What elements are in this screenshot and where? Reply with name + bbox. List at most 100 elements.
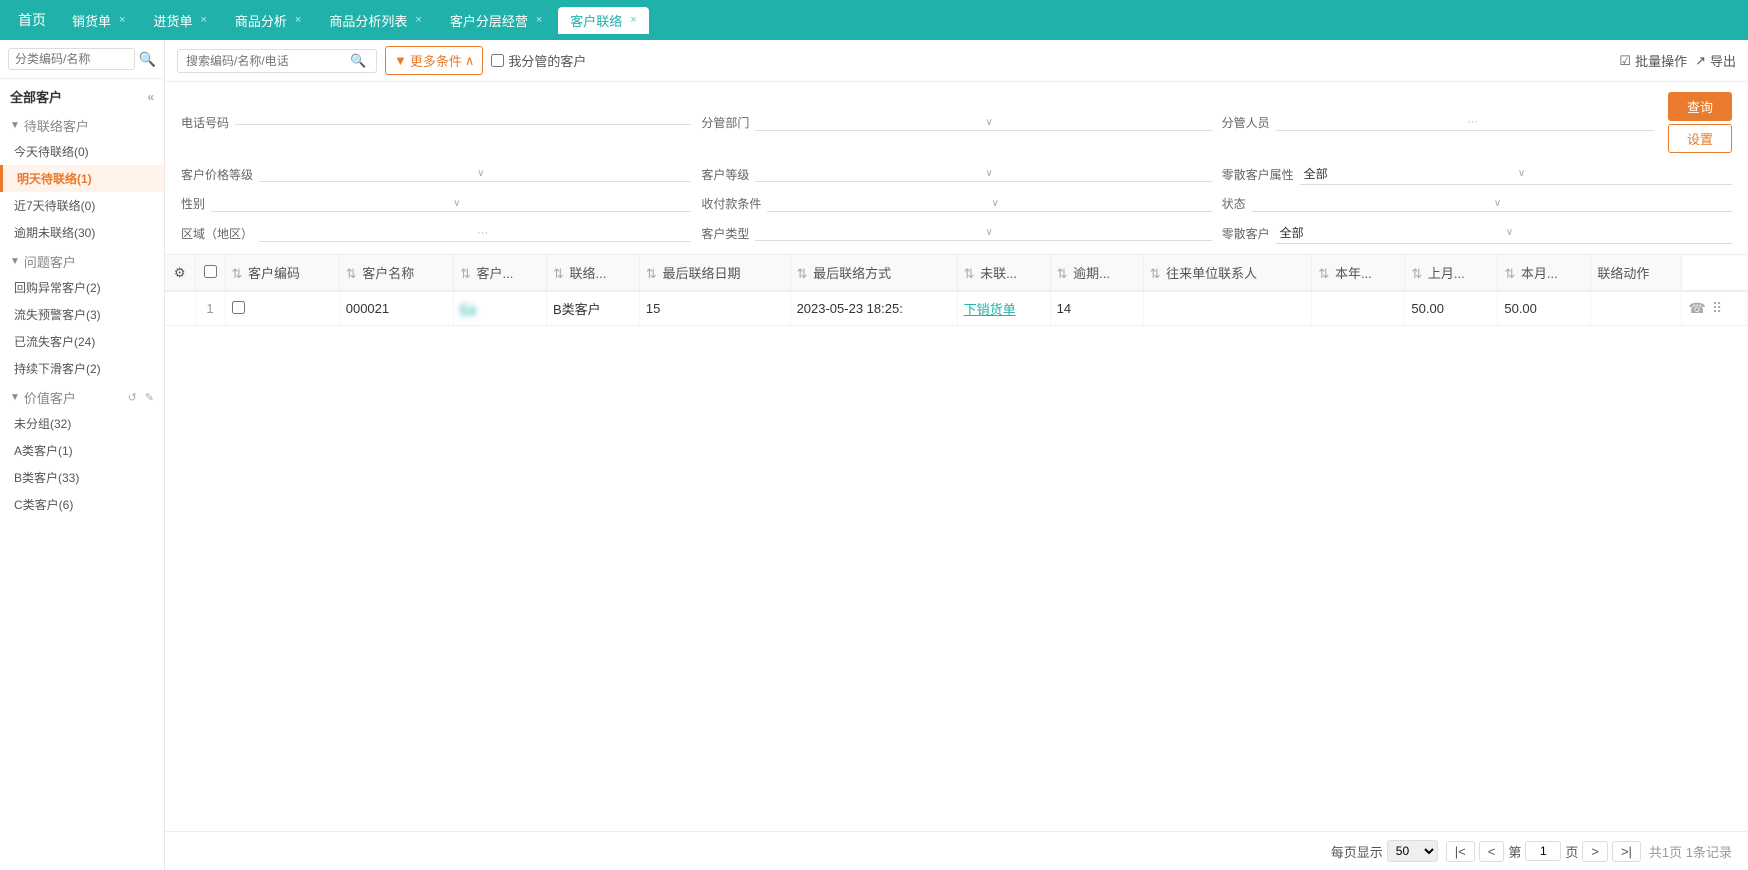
th-overdue: ⇅ 逾期... [1050,255,1143,291]
customer-table: ⚙ ⇅ 客户编码 ⇅ 客户名称 ⇅ 客户... [165,255,1748,326]
search-icon[interactable]: 🔍 [139,51,156,68]
filter-panel: 电话号码 分管部门 ∨ 分管人员 ··· [165,82,1748,255]
row-last-type[interactable]: 下销货单 [957,291,1050,326]
last-page-btn[interactable]: >| [1612,841,1641,862]
dept-select[interactable]: ∨ [755,115,1211,131]
customer-name-link[interactable]: Ea [460,301,476,316]
chevron-up-icon: ∧ [465,53,475,69]
batch-op-btn[interactable]: ☑ 批量操作 [1619,51,1687,70]
chevron-down-icon: ∨ [453,198,687,209]
close-icon[interactable]: × [119,14,125,26]
phone-input[interactable] [235,120,691,125]
row-name[interactable]: Ea [453,291,546,326]
collapse-icon[interactable]: « [147,90,154,104]
filter-retail-attr: 零散客户属性 全部 ∨ [1222,163,1732,185]
first-page-btn[interactable]: |< [1446,841,1475,862]
sort-icon[interactable]: ⇅ [1318,266,1329,281]
sidebar-item-churn-warning[interactable]: 流失预警客户(3) [0,301,164,328]
sort-icon[interactable]: ⇅ [1504,266,1515,281]
sort-icon[interactable]: ⇅ [1057,266,1068,281]
payment-select[interactable]: ∨ [767,196,1211,212]
th-settings[interactable]: ⚙ [165,255,195,291]
chevron-down-icon: ∨ [1494,198,1728,209]
sidebar-item-overdue[interactable]: 逾期未联络(30) [0,219,164,246]
edit-icon[interactable]: ✎ [145,391,154,404]
nav-item-analysis-list[interactable]: 商品分析列表 × [317,7,433,34]
more-filter-btn[interactable]: ▼ 更多条件 ∧ [385,46,483,75]
sort-icon[interactable]: ⇅ [1411,266,1422,281]
row-select-checkbox[interactable] [232,301,245,314]
th-checkbox[interactable] [195,255,225,291]
export-btn[interactable]: ↗ 导出 [1695,51,1736,70]
row-last-date: 2023-05-23 18:25: [790,291,957,326]
nav-item-customer-contact[interactable]: 客户联络 × [558,7,648,34]
sort-icon[interactable]: ⇅ [460,266,471,281]
sort-icon[interactable]: ⇅ [646,266,657,281]
close-icon[interactable]: × [295,14,301,26]
sort-icon[interactable]: ⇅ [1150,266,1161,281]
row-last-month: 50.00 [1498,291,1591,326]
sidebar-item-tomorrow[interactable]: 明天待联络(1) [0,165,164,192]
sidebar-item-c-class[interactable]: C类客户(6) [0,491,164,518]
next-page-btn[interactable]: > [1582,841,1608,862]
nav-item-purchase[interactable]: 进货单 × [141,7,218,34]
nav-item-customer-layer[interactable]: 客户分层经营 × [438,7,554,34]
search-input[interactable] [186,54,346,68]
select-all-checkbox[interactable] [204,265,217,278]
search-icon[interactable]: 🔍 [350,53,366,69]
nav-home[interactable]: 首页 [8,6,56,34]
sidebar-search-input[interactable] [8,48,135,70]
retail-attr-select[interactable]: 全部 ∨ [1300,163,1732,185]
last-contact-link[interactable]: 下销货单 [964,302,1016,317]
status-select[interactable]: ∨ [1252,196,1732,212]
sidebar-item-7days[interactable]: 近7天待联络(0) [0,192,164,219]
my-customer-checkbox[interactable] [491,54,504,67]
per-page-selector: 每页显示 50 20 100 200 [1331,840,1438,862]
th-unit-contact: ⇅ 往来单位联系人 [1143,255,1312,291]
row-uncontacted: 14 [1050,291,1143,326]
triangle-icon: ▼ [10,392,20,403]
close-icon[interactable]: × [630,14,636,26]
retail-customer-select[interactable]: 全部 ∨ [1276,222,1732,244]
sidebar-item-repurchase-abnormal[interactable]: 回购异常客户(2) [0,274,164,301]
sidebar-item-churned[interactable]: 已流失客户(24) [0,328,164,355]
filter-region: 区域（地区） ··· [181,222,691,244]
sidebar-item-ungrouped[interactable]: 未分组(32) [0,410,164,437]
top-nav: 首页 销货单 × 进货单 × 商品分析 × 商品分析列表 × 客户分层经营 × … [0,0,1748,40]
sidebar-item-today[interactable]: 今天待联络(0) [0,138,164,165]
contact-action-icon[interactable]: ☎ [1688,300,1705,317]
prev-page-btn[interactable]: < [1479,841,1505,862]
nav-item-sales[interactable]: 销货单 × [60,7,137,34]
more-action-icon[interactable]: ⠿ [1712,300,1722,317]
my-customer-checkbox-wrap[interactable]: 我分管的客户 [491,51,586,70]
main-layout: 🔍 全部客户 « ▼ 待联络客户 今天待联络(0) 明天待联络(1) 近7天待联… [0,40,1748,870]
value-grade-select[interactable]: ∨ [259,166,691,182]
row-checkbox[interactable] [225,291,339,326]
region-select[interactable]: ··· [259,225,691,242]
close-icon[interactable]: × [200,14,206,26]
filter-manager: 分管人员 ··· 查询 设置 [1222,92,1732,153]
ellipsis-icon: ··· [477,227,687,239]
sidebar-item-b-class[interactable]: B类客户(33) [0,464,164,491]
per-page-select[interactable]: 50 20 100 200 [1387,840,1438,862]
page-input[interactable] [1525,841,1561,861]
row-this-year: 50.00 [1405,291,1498,326]
close-icon[interactable]: × [415,14,421,26]
sort-icon[interactable]: ⇅ [553,266,564,281]
refresh-icon[interactable]: ↺ [128,391,137,404]
gender-select[interactable]: ∨ [211,196,691,212]
row-settings [165,291,195,326]
close-icon[interactable]: × [536,14,542,26]
sidebar-item-declining[interactable]: 持续下滑客户(2) [0,355,164,382]
sort-icon[interactable]: ⇅ [964,266,975,281]
customer-type-select[interactable]: ∨ [755,225,1211,241]
customer-grade-select[interactable]: ∨ [755,166,1211,182]
sidebar-item-a-class[interactable]: A类客户(1) [0,437,164,464]
nav-item-analysis[interactable]: 商品分析 × [223,7,313,34]
sort-icon[interactable]: ⇅ [232,266,243,281]
sort-icon[interactable]: ⇅ [797,266,808,281]
query-button[interactable]: 查询 [1668,92,1732,121]
manager-select[interactable]: ··· [1276,114,1654,131]
sort-icon[interactable]: ⇅ [346,266,357,281]
set-button[interactable]: 设置 [1668,124,1732,153]
